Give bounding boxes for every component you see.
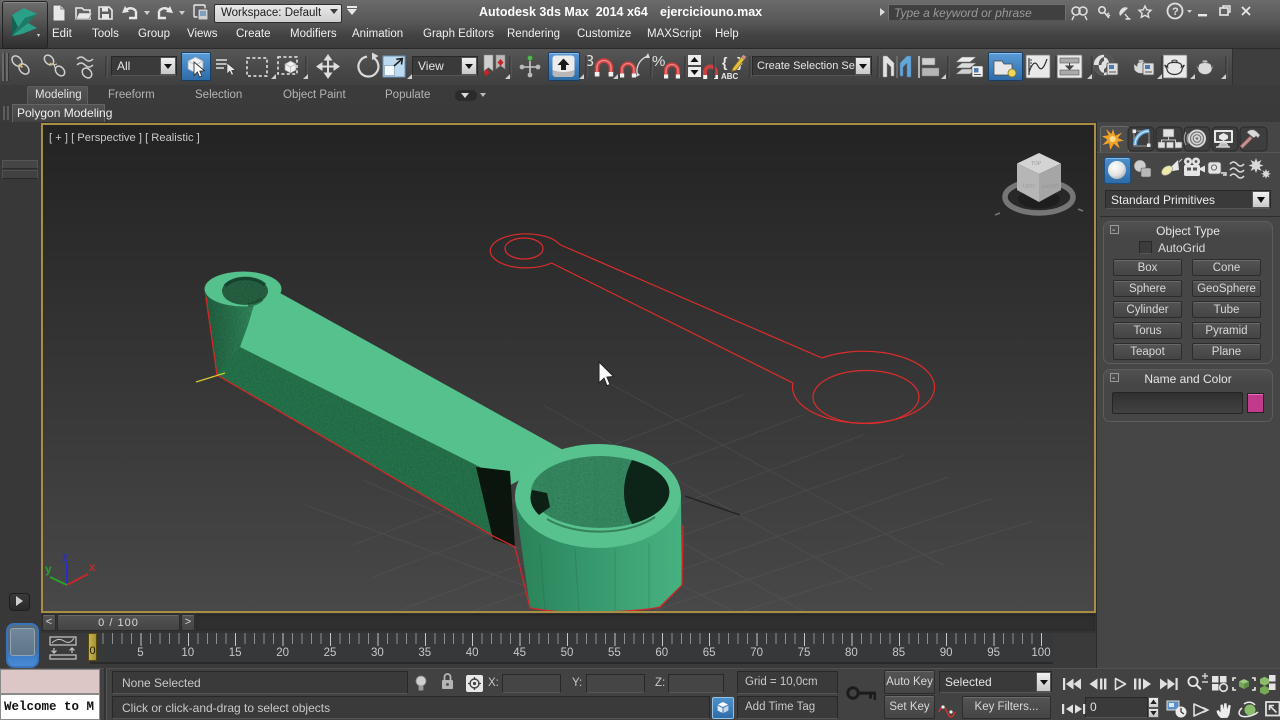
svg-text:[ + ] [ Perspective ] [ Realis: [ + ] [ Perspective ] [ Realistic ] — [49, 132, 200, 144]
svg-text:z: z — [62, 550, 68, 564]
svg-text:%: % — [652, 53, 665, 70]
svg-text:?: ? — [1172, 6, 1179, 18]
svg-text:ABC: ABC — [721, 72, 739, 81]
svg-text:x: x — [89, 560, 96, 574]
svg-text:TOP: TOP — [1031, 161, 1042, 167]
svg-text:LEFT: LEFT — [1023, 183, 1036, 190]
svg-text:y: y — [45, 562, 52, 576]
svg-text:{: { — [722, 54, 728, 70]
